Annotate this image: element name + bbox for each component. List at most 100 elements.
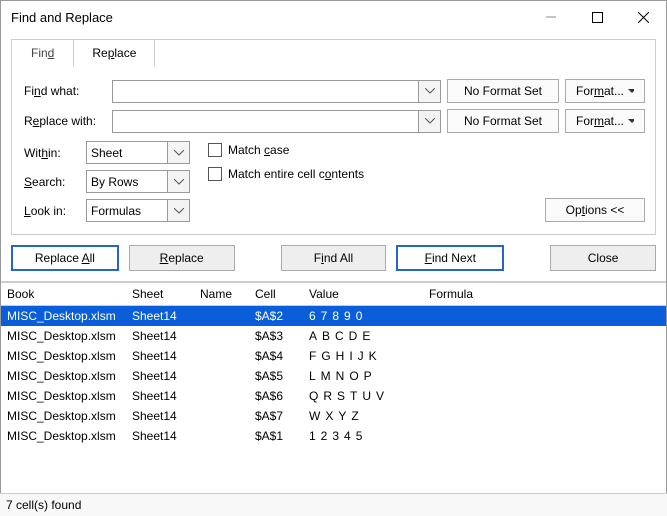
lookin-value[interactable] (87, 200, 167, 221)
match-entire-checkbox[interactable]: Match entire cell contents (208, 167, 364, 181)
col-sheet[interactable]: Sheet (126, 283, 194, 306)
match-case-label: Match case (228, 143, 289, 157)
cell-cell: $A$5 (249, 366, 303, 386)
results-table: Book Sheet Name Cell Value Formula MISC_… (1, 282, 666, 446)
cell-name (194, 406, 249, 426)
table-row[interactable]: MISC_Desktop.xlsmSheet14$A$4FGHIJK (1, 346, 666, 366)
cell-book: MISC_Desktop.xlsm (1, 326, 126, 346)
search-select[interactable] (86, 170, 190, 193)
table-row[interactable]: MISC_Desktop.xlsmSheet14 $A$7WXYZ (1, 406, 666, 426)
cell-cell: $A$1 (249, 426, 303, 446)
dialog-body: Find Replace Find what: No Format Set Fo… (11, 39, 656, 235)
results-panel: Book Sheet Name Cell Value Formula MISC_… (1, 281, 666, 453)
within-select[interactable] (86, 141, 190, 164)
find-what-input[interactable] (112, 80, 441, 103)
match-case-checkbox[interactable]: Match case (208, 143, 364, 157)
col-formula[interactable]: Formula (423, 283, 666, 306)
search-value[interactable] (87, 171, 167, 192)
find-all-button[interactable]: Find All (281, 245, 387, 271)
find-format-button[interactable]: Format... (565, 79, 645, 103)
cell-book: MISC_Desktop.xlsm (1, 306, 126, 327)
col-book[interactable]: Book (1, 283, 126, 306)
replace-format-button[interactable]: Format... (565, 109, 645, 133)
cell-name (194, 366, 249, 386)
search-label: Search: (24, 175, 80, 189)
tab-strip: Find Replace (12, 39, 655, 67)
within-dropdown[interactable] (167, 142, 189, 163)
cell-sheet: Sheet14 (126, 326, 194, 346)
cell-cell: $A$3 (249, 326, 303, 346)
find-what-field[interactable] (113, 81, 418, 102)
cell-value: LMNOP (303, 366, 423, 386)
cell-name (194, 346, 249, 366)
cell-formula (423, 306, 666, 327)
replace-no-format: No Format Set (447, 109, 559, 133)
cell-formula (423, 406, 666, 426)
tab-find[interactable]: Find (12, 39, 73, 67)
close-dialog-button[interactable]: Close (550, 245, 656, 271)
col-name[interactable]: Name (194, 283, 249, 306)
maximize-button[interactable] (574, 1, 620, 33)
chevron-down-icon (628, 119, 634, 124)
match-entire-label: Match entire cell contents (228, 167, 364, 181)
cell-book: MISC_Desktop.xlsm (1, 426, 126, 446)
cell-name (194, 386, 249, 406)
cell-cell: $A$6 (249, 386, 303, 406)
cell-name (194, 426, 249, 446)
cell-value: QRSTUV (303, 386, 423, 406)
replace-with-field[interactable] (113, 111, 418, 132)
replace-with-dropdown[interactable] (418, 111, 440, 132)
cell-value: ABCDE (303, 326, 423, 346)
cell-sheet: Sheet14 (126, 346, 194, 366)
col-value[interactable]: Value (303, 283, 423, 306)
cell-book: MISC_Desktop.xlsm (1, 386, 126, 406)
cell-book: MISC_Desktop.xlsm (1, 346, 126, 366)
within-label: Within: (24, 146, 80, 160)
cell-value: WXYZ (303, 406, 423, 426)
find-no-format: No Format Set (447, 79, 559, 103)
titlebar: Find and Replace (1, 1, 666, 33)
checkbox-icon (208, 143, 222, 157)
cell-formula (423, 426, 666, 446)
lookin-label: Look in: (24, 204, 80, 218)
cell-formula (423, 346, 666, 366)
find-what-label: Find what: (24, 84, 106, 98)
cell-formula (423, 386, 666, 406)
action-buttons: Replace All Replace Find All Find Next C… (11, 245, 656, 271)
cell-formula (423, 366, 666, 386)
within-value[interactable] (87, 142, 167, 163)
replace-button[interactable]: Replace (129, 245, 235, 271)
table-row[interactable]: MISC_Desktop.xlsmSheet14 $A$3ABCDE (1, 326, 666, 346)
cell-sheet: Sheet14 (126, 386, 194, 406)
minimize-button[interactable] (528, 1, 574, 33)
chevron-down-icon (628, 89, 634, 94)
find-what-dropdown[interactable] (418, 81, 440, 102)
col-cell[interactable]: Cell (249, 283, 303, 306)
lookin-dropdown[interactable] (167, 200, 189, 221)
table-row[interactable]: MISC_Desktop.xlsmSheet14$A$5LMNOP (1, 366, 666, 386)
replace-all-button[interactable]: Replace All (11, 245, 119, 271)
options-button[interactable]: Options << (545, 198, 645, 222)
table-row[interactable]: MISC_Desktop.xlsmSheet14 $A$6QRSTUV (1, 386, 666, 406)
cell-sheet: Sheet14 (126, 406, 194, 426)
tab-replace[interactable]: Replace (73, 39, 155, 67)
cell-name (194, 326, 249, 346)
table-row[interactable]: MISC_Desktop.xlsmSheet14$A$112345 (1, 426, 666, 446)
checkbox-icon (208, 167, 222, 181)
replace-with-label: Replace with: (24, 114, 106, 128)
status-bar: 7 cell(s) found (0, 493, 667, 516)
cell-formula (423, 326, 666, 346)
lookin-select[interactable] (86, 199, 190, 222)
cell-value: 67890 (303, 306, 423, 327)
cell-sheet: Sheet14 (126, 306, 194, 327)
form-area: Find what: No Format Set Format... Repla… (12, 67, 655, 234)
close-button[interactable] (620, 1, 666, 33)
table-row[interactable]: MISC_Desktop.xlsmSheet14$A$267890 (1, 306, 666, 327)
cell-value: 12345 (303, 426, 423, 446)
cell-cell: $A$7 (249, 406, 303, 426)
find-next-button[interactable]: Find Next (396, 245, 504, 271)
window-title: Find and Replace (11, 10, 113, 25)
replace-with-input[interactable] (112, 110, 441, 133)
search-dropdown[interactable] (167, 171, 189, 192)
cell-book: MISC_Desktop.xlsm (1, 406, 126, 426)
